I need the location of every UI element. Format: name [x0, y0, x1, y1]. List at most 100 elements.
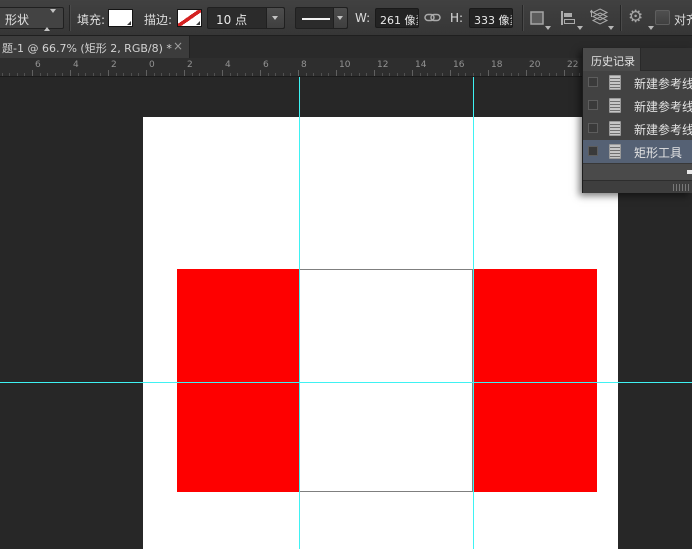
dropdown-arrow-icon[interactable] — [266, 8, 284, 28]
ruler-minor-tick — [154, 73, 155, 76]
ruler-minor-tick — [473, 73, 474, 76]
ruler-minor-tick — [420, 73, 421, 76]
tool-mode-value: 形状 — [5, 11, 29, 28]
history-panel-tab[interactable]: 历史记录 — [583, 48, 641, 71]
ruler-minor-tick — [397, 73, 398, 76]
history-panel-footer — [583, 163, 692, 180]
ruler-minor-tick — [404, 73, 405, 76]
ruler-minor-tick — [116, 73, 117, 76]
ruler-minor-tick — [252, 73, 253, 76]
ruler-minor-tick — [237, 73, 238, 76]
width-label: W: — [355, 11, 370, 25]
ruler-minor-tick — [100, 73, 101, 76]
document-tab[interactable]: 题-1 @ 66.7% (矩形 2, RGB/8) * × — [0, 36, 190, 58]
fill-swatch[interactable] — [108, 9, 133, 27]
ruler-minor-tick — [556, 73, 557, 76]
align-edges-label: 对齐边缘 — [674, 11, 692, 28]
ruler-minor-tick — [427, 73, 428, 76]
history-source-checkbox[interactable] — [588, 123, 598, 133]
path-alignment-icon[interactable] — [560, 10, 576, 29]
ruler-number: 6 — [35, 60, 41, 70]
stroke-type-combo[interactable] — [295, 7, 348, 29]
history-item[interactable]: 新建参考线 — [583, 117, 692, 140]
ruler-number: 12 — [377, 60, 388, 70]
ruler-minor-tick — [161, 73, 162, 76]
path-operations-icon[interactable] — [529, 10, 545, 29]
align-edges-checkbox[interactable] — [655, 10, 670, 25]
ruler-minor-tick — [541, 73, 542, 76]
history-item-label: 矩形工具 — [634, 144, 682, 161]
ruler-number: 10 — [339, 60, 350, 70]
ruler-major-tick — [146, 70, 147, 76]
history-source-checkbox[interactable] — [588, 77, 598, 87]
ruler-major-tick — [564, 70, 565, 76]
ruler-minor-tick — [458, 73, 459, 76]
history-item-label: 新建参考线 — [634, 75, 692, 92]
ruler-number: 4 — [73, 60, 79, 70]
ruler-minor-tick — [503, 73, 504, 76]
ruler-minor-tick — [306, 73, 307, 76]
red-rectangle-left[interactable] — [177, 269, 299, 492]
vertical-guide[interactable] — [299, 77, 300, 549]
photoshop-window: 形状 填充: 描边: 10 点 W: 261 像素 H: 333 像素 — [0, 0, 692, 549]
shape-height-input[interactable]: 333 像素 — [469, 8, 513, 28]
ruler-number: 6 — [263, 60, 269, 70]
ruler-minor-tick — [496, 73, 497, 76]
ruler-number: 0 — [149, 60, 155, 70]
ruler-minor-tick — [55, 73, 56, 76]
stroke-width-combo[interactable]: 10 点 — [207, 7, 285, 29]
ruler-minor-tick — [283, 73, 284, 76]
ruler-number: 8 — [301, 60, 307, 70]
ruler-minor-tick — [40, 73, 41, 76]
history-source-checkbox[interactable] — [588, 146, 598, 156]
ruler-major-tick — [488, 70, 489, 76]
ruler-number: 20 — [529, 60, 540, 70]
shape-width-input[interactable]: 261 像素 — [375, 8, 419, 28]
swatch-corner-icon — [127, 21, 131, 25]
ruler-major-tick — [32, 70, 33, 76]
ruler-minor-tick — [321, 73, 322, 76]
horizontal-guide[interactable] — [0, 382, 692, 383]
ruler-number: 18 — [491, 60, 502, 70]
ruler-number: 14 — [415, 60, 426, 70]
history-item-selected[interactable]: 矩形工具 — [583, 140, 692, 163]
updown-arrows-icon — [44, 13, 56, 27]
tool-mode-select[interactable]: 形状 — [0, 7, 64, 29]
gear-icon[interactable]: ⚙ — [628, 9, 643, 26]
ruler-minor-tick — [47, 73, 48, 76]
ruler-minor-tick — [245, 73, 246, 76]
ruler-minor-tick — [351, 73, 352, 76]
ruler-minor-tick — [93, 73, 94, 76]
ruler-minor-tick — [480, 73, 481, 76]
ruler-minor-tick — [511, 73, 512, 76]
fill-label: 填充: — [77, 11, 105, 28]
history-panel-grip[interactable] — [583, 180, 692, 193]
red-rectangle-right[interactable] — [473, 269, 597, 492]
ruler-major-tick — [298, 70, 299, 76]
vertical-guide[interactable] — [473, 77, 474, 549]
ruler-major-tick — [70, 70, 71, 76]
ruler-minor-tick — [366, 73, 367, 76]
ruler-minor-tick — [389, 73, 390, 76]
ruler-minor-tick — [359, 73, 360, 76]
history-source-checkbox[interactable] — [588, 100, 598, 110]
history-item[interactable]: 新建参考线 — [583, 71, 692, 94]
dropdown-arrow-icon — [648, 26, 654, 30]
history-item-label: 新建参考线 — [634, 121, 692, 138]
path-arrangement-icon[interactable] — [590, 8, 609, 30]
ruler-minor-tick — [176, 73, 177, 76]
ruler-minor-tick — [207, 73, 208, 76]
ruler-minor-tick — [518, 73, 519, 76]
dropdown-arrow-icon[interactable] — [333, 8, 347, 28]
separator — [620, 5, 621, 31]
ruler-minor-tick — [549, 73, 550, 76]
ruler-minor-tick — [214, 73, 215, 76]
stroke-swatch[interactable] — [177, 9, 202, 27]
close-icon[interactable]: × — [173, 39, 183, 53]
active-rectangle-path[interactable] — [299, 269, 473, 492]
history-item[interactable]: 新建参考线 — [583, 94, 692, 117]
ruler-number: 2 — [111, 60, 117, 70]
panel-button-fragment-icon[interactable] — [687, 170, 692, 174]
link-dimensions-icon[interactable] — [424, 11, 441, 27]
ruler-major-tick — [450, 70, 451, 76]
